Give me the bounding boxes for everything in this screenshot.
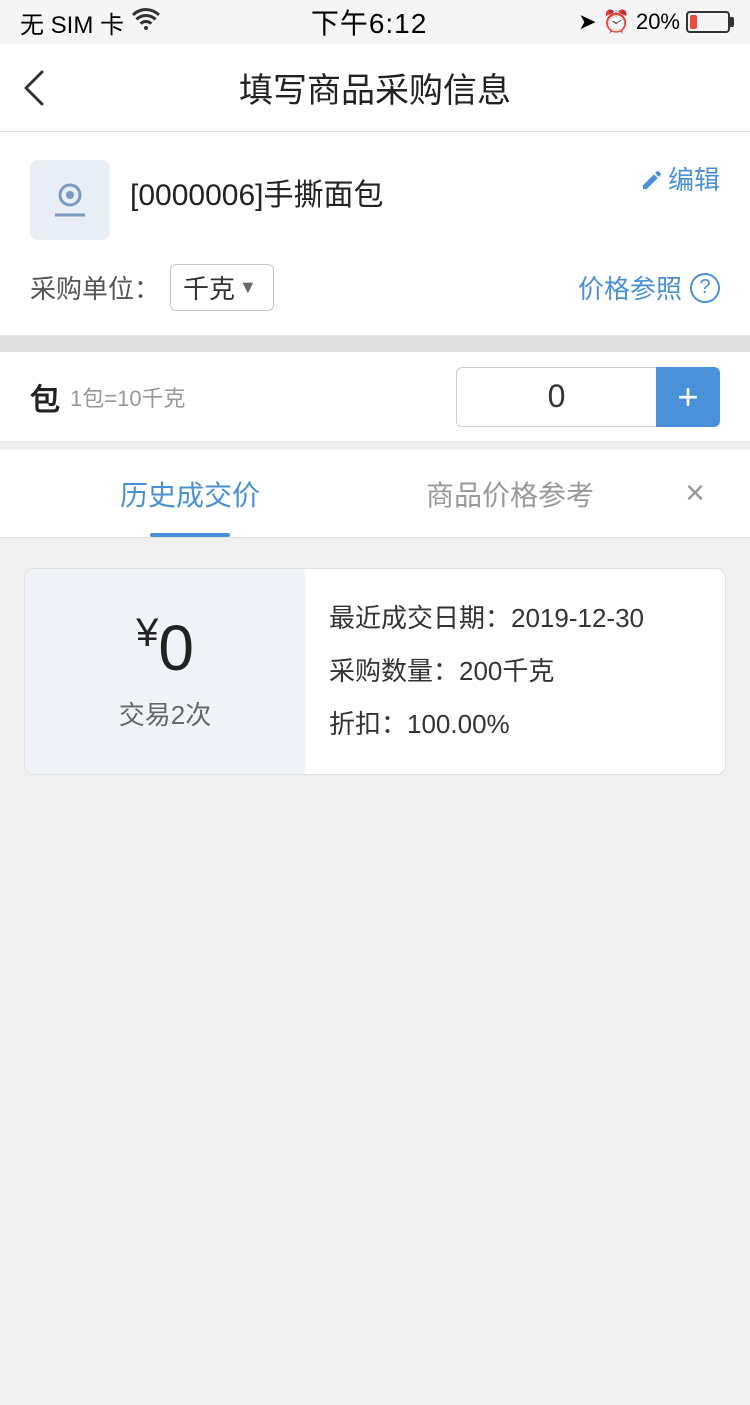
battery-percent: 20% bbox=[636, 9, 680, 35]
quantity-unit-badge: 包 bbox=[30, 375, 60, 419]
plus-button[interactable]: + bbox=[656, 367, 720, 427]
quantity-unit-hint: 1包=10千克 bbox=[70, 381, 186, 413]
unit-value: 千克 bbox=[183, 269, 235, 306]
tab-price-reference-label: 商品价格参考 bbox=[426, 474, 594, 514]
page-title: 填写商品采购信息 bbox=[239, 63, 511, 112]
panel-header: 历史成交价 商品价格参考 × bbox=[0, 450, 750, 538]
price-reference[interactable]: 价格参照 ? bbox=[578, 269, 720, 306]
product-bottom: 采购单位： 千克 ▼ 价格参照 ? bbox=[30, 264, 720, 311]
location-icon: ➤ bbox=[578, 9, 596, 35]
recent-date-value: 2019-12-30 bbox=[511, 603, 644, 633]
back-button[interactable] bbox=[24, 70, 44, 106]
price-display: ¥ 0 bbox=[136, 611, 194, 685]
quantity-input[interactable] bbox=[456, 367, 656, 427]
discount-row: 折扣：100.00% bbox=[329, 705, 701, 744]
battery-icon bbox=[686, 11, 730, 33]
carrier-text: 无 SIM 卡 bbox=[20, 5, 124, 40]
edit-button[interactable]: 编辑 bbox=[640, 160, 720, 197]
unit-select[interactable]: 千克 ▼ bbox=[170, 264, 274, 311]
product-thumbnail bbox=[30, 160, 110, 240]
product-left: [0000006]手撕面包 bbox=[30, 160, 383, 240]
quantity-row: 包 1包=10千克 + bbox=[0, 352, 750, 442]
bottom-fill bbox=[0, 805, 750, 1405]
tab-price-reference[interactable]: 商品价格参考 bbox=[350, 450, 670, 537]
status-left: 无 SIM 卡 bbox=[20, 5, 160, 40]
close-panel-button[interactable]: × bbox=[670, 469, 720, 519]
currency-symbol: ¥ bbox=[136, 611, 158, 656]
purchase-unit-label: 采购单位： bbox=[30, 269, 160, 306]
status-bar: 无 SIM 卡 下午6:12 ➤ ⏰ 20% bbox=[0, 0, 750, 44]
price-value: 0 bbox=[158, 611, 194, 685]
purchase-qty-value: 200千克 bbox=[459, 656, 554, 686]
tab-history-price-label: 历史成交价 bbox=[120, 474, 260, 514]
recent-date-row: 最近成交日期：2019-12-30 bbox=[329, 599, 701, 638]
quantity-input-area: + bbox=[456, 367, 720, 427]
discount-label: 折扣： bbox=[329, 709, 407, 739]
tab-history-price[interactable]: 历史成交价 bbox=[30, 450, 350, 537]
quantity-label: 包 1包=10千克 bbox=[30, 375, 186, 419]
tab-underline bbox=[150, 533, 230, 537]
product-full-name: [0000006]手撕面包 bbox=[130, 160, 383, 214]
gray-divider bbox=[0, 336, 750, 352]
status-time: 下午6:12 bbox=[311, 2, 428, 42]
purchase-qty-row: 采购数量：200千克 bbox=[329, 652, 701, 691]
edit-label: 编辑 bbox=[668, 160, 720, 197]
purchase-unit: 采购单位： 千克 ▼ bbox=[30, 264, 274, 311]
recent-date-label: 最近成交日期： bbox=[329, 603, 511, 633]
discount-value: 100.00% bbox=[407, 709, 510, 739]
price-ref-label: 价格参照 bbox=[578, 269, 682, 306]
help-icon[interactable]: ? bbox=[690, 273, 720, 303]
data-card: ¥ 0 交易2次 最近成交日期：2019-12-30 采购数量：200千克 折扣… bbox=[24, 568, 726, 775]
wifi-icon bbox=[132, 8, 160, 37]
alarm-icon: ⏰ bbox=[603, 9, 630, 35]
data-card-right: 最近成交日期：2019-12-30 采购数量：200千克 折扣：100.00% bbox=[305, 569, 725, 774]
nav-bar: 填写商品采购信息 bbox=[0, 44, 750, 132]
purchase-qty-label: 采购数量： bbox=[329, 656, 459, 686]
status-right: ➤ ⏰ 20% bbox=[578, 9, 730, 35]
product-card: [0000006]手撕面包 编辑 采购单位： 千克 ▼ 价格参照 ? bbox=[0, 132, 750, 336]
transaction-count: 交易2次 bbox=[119, 695, 211, 732]
data-card-left: ¥ 0 交易2次 bbox=[25, 569, 305, 774]
product-top: [0000006]手撕面包 编辑 bbox=[30, 160, 720, 240]
dropdown-arrow-icon: ▼ bbox=[239, 277, 257, 298]
